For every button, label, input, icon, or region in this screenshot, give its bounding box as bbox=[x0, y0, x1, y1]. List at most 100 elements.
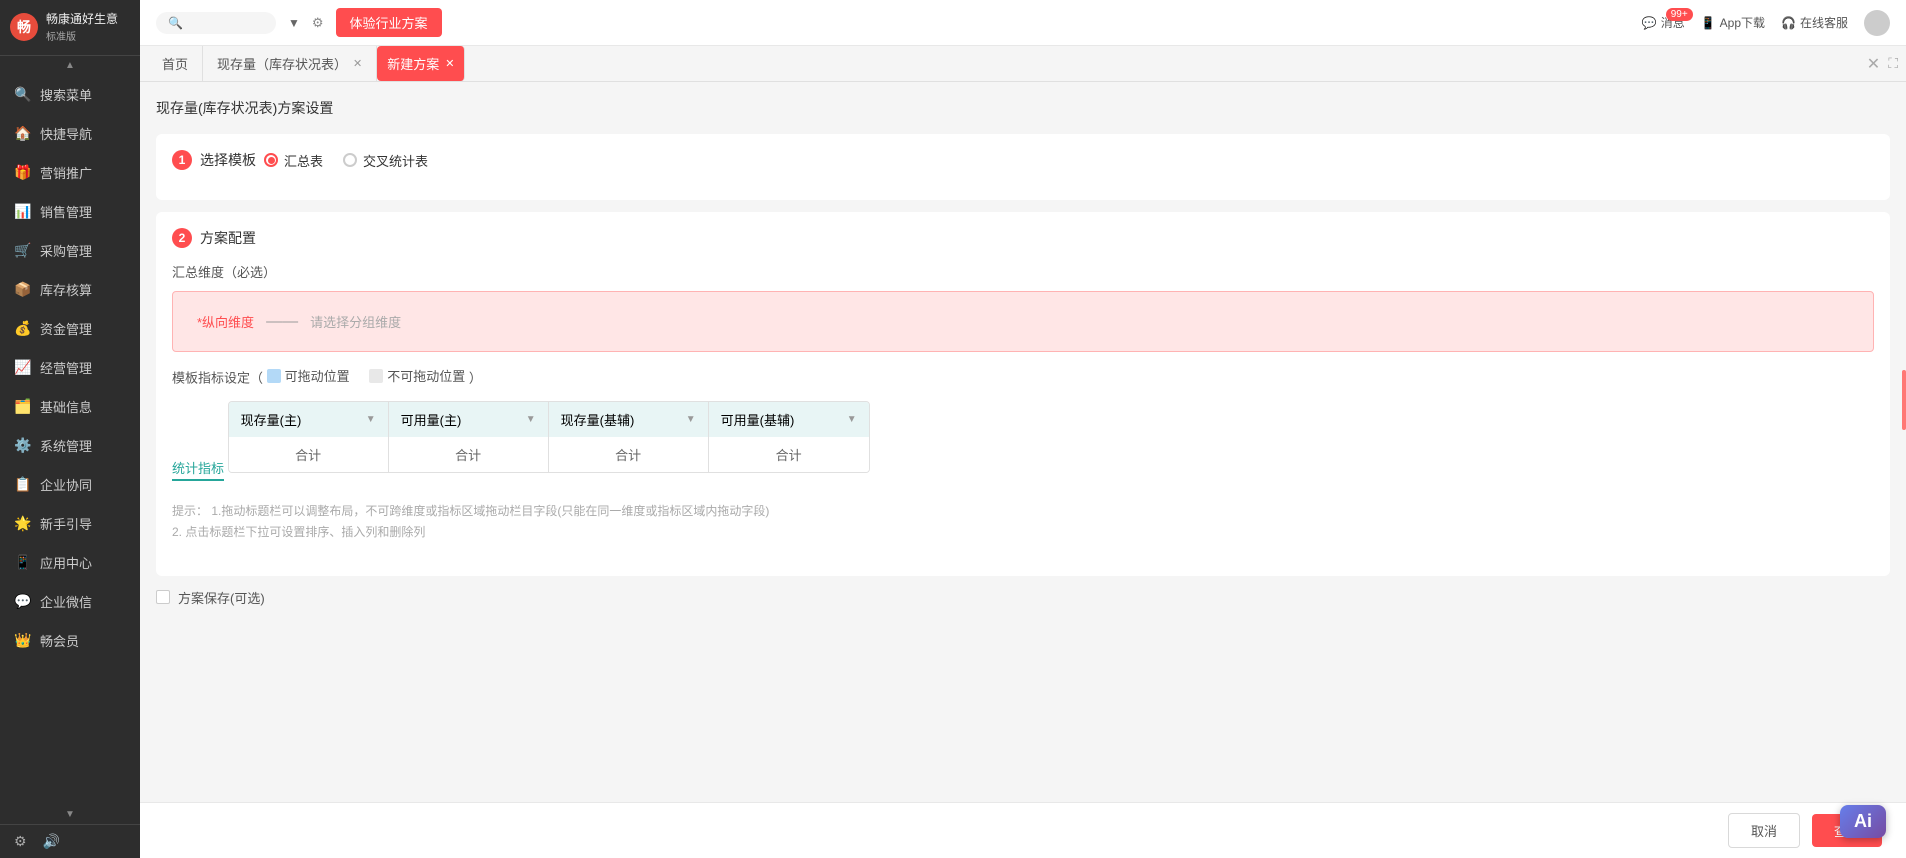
step2-num: 2 bbox=[172, 228, 192, 248]
step2-label: 方案配置 bbox=[200, 228, 256, 248]
sidebar-item-label: 企业微信 bbox=[40, 592, 92, 611]
topbar-gear-icon[interactable]: ⚙ bbox=[312, 15, 324, 31]
stats-col-4-header[interactable]: 可用量(基辅) ▼ bbox=[709, 402, 869, 437]
col-1-dropdown[interactable]: ▼ bbox=[366, 414, 376, 425]
tab-bar: 首页 现存量（库存状况表） ✕ 新建方案 ✕ ✕ ⛶ bbox=[140, 46, 1906, 82]
settings-icon[interactable]: ⚙ bbox=[14, 833, 27, 850]
radio-summary-inner bbox=[268, 157, 275, 164]
sidebar-item-search[interactable]: 🔍 搜索菜单 bbox=[0, 75, 140, 114]
star-icon: 🌟 bbox=[14, 515, 32, 532]
col-4-dropdown[interactable]: ▼ bbox=[847, 414, 857, 425]
save-plan-label: 方案保存(可选) bbox=[178, 588, 265, 607]
gear-icon: ⚙️ bbox=[14, 437, 32, 454]
tab-home-label: 首页 bbox=[162, 54, 188, 73]
user-avatar[interactable] bbox=[1864, 10, 1890, 36]
sidebar-item-label: 搜索菜单 bbox=[40, 85, 92, 104]
stats-table: 现存量(主) ▼ 可用量(主) ▼ 现存量(基辅) ▼ 可用量(基辅) bbox=[228, 401, 870, 473]
tab-new-plan-label: 新建方案 bbox=[387, 54, 439, 73]
messages-badge: 99+ bbox=[1666, 8, 1693, 21]
sidebar-item-label: 资金管理 bbox=[40, 319, 92, 338]
customer-service-item[interactable]: 🎧 在线客服 bbox=[1781, 14, 1848, 31]
search-icon: 🔍 bbox=[14, 86, 32, 103]
main-area: 🔍 ▼ ⚙ 体验行业方案 💬 消息 99+ 📱 App下载 🎧 bbox=[140, 0, 1906, 858]
stats-col-1-header[interactable]: 现存量(主) ▼ bbox=[229, 402, 389, 437]
sidebar-item-label: 采购管理 bbox=[40, 241, 92, 260]
tab-inventory-label: 现存量（库存状况表） bbox=[217, 54, 347, 73]
phone-icon: 📱 bbox=[1701, 16, 1716, 30]
sidebar-scroll-down[interactable]: ▼ bbox=[0, 805, 140, 824]
template-radio-group: 汇总表 交叉统计表 bbox=[264, 151, 428, 170]
col-3-dropdown[interactable]: ▼ bbox=[686, 414, 696, 425]
sidebar-item-wechat[interactable]: 💬 企业微信 bbox=[0, 582, 140, 621]
sidebar-item-basic[interactable]: 🗂️ 基础信息 bbox=[0, 387, 140, 426]
template-setting-label: 模板指标设定（ 可拖动位置 不可拖动位置 ） bbox=[172, 366, 482, 387]
dimension-area[interactable]: *纵向维度 —— 请选择分组维度 bbox=[172, 291, 1874, 352]
no-drag-indicator: 不可拖动位置 bbox=[369, 366, 465, 385]
expand-panel-icon[interactable]: ⛶ bbox=[1888, 55, 1898, 72]
drag-indicator: 可拖动位置 bbox=[267, 366, 350, 385]
sidebar-item-marketing[interactable]: 🎁 营销推广 bbox=[0, 153, 140, 192]
app-download-item[interactable]: 📱 App下载 bbox=[1701, 14, 1765, 31]
tab-home[interactable]: 首页 bbox=[148, 46, 203, 81]
radio-cross[interactable]: 交叉统计表 bbox=[343, 151, 428, 170]
sidebar-item-purchase[interactable]: 🛒 采购管理 bbox=[0, 231, 140, 270]
dimension-placeholder: 请选择分组维度 bbox=[310, 312, 401, 331]
topbar-dropdown[interactable]: ▼ bbox=[288, 16, 300, 30]
col-2-dropdown[interactable]: ▼ bbox=[526, 414, 536, 425]
topbar: 🔍 ▼ ⚙ 体验行业方案 💬 消息 99+ 📱 App下载 🎧 bbox=[140, 0, 1906, 46]
topbar-search-box[interactable]: 🔍 bbox=[156, 12, 276, 34]
tab-inventory-close[interactable]: ✕ bbox=[353, 57, 362, 70]
logo-icon: 畅 bbox=[10, 13, 38, 41]
save-plan-checkbox[interactable] bbox=[156, 590, 170, 604]
sidebar-item-sales[interactable]: 📊 销售管理 bbox=[0, 192, 140, 231]
sidebar-item-operation[interactable]: 📈 经营管理 bbox=[0, 348, 140, 387]
radio-summary-circle bbox=[264, 153, 278, 167]
sidebar-item-newuser[interactable]: 🌟 新手引导 bbox=[0, 504, 140, 543]
stats-col-2-header[interactable]: 可用量(主) ▼ bbox=[389, 402, 549, 437]
trial-button[interactable]: 体验行业方案 bbox=[336, 8, 442, 37]
save-plan-row: 方案保存(可选) bbox=[156, 588, 1890, 607]
radio-summary[interactable]: 汇总表 bbox=[264, 151, 323, 170]
app-name: 畅康通好生意 bbox=[46, 12, 118, 28]
tab-new-plan[interactable]: 新建方案 ✕ bbox=[377, 46, 465, 81]
speaker-icon[interactable]: 🔊 bbox=[43, 833, 60, 850]
chart-icon: 📊 bbox=[14, 203, 32, 220]
sidebar-item-label: 营销推广 bbox=[40, 163, 92, 182]
section-plan-config: 2 方案配置 汇总维度（必选） *纵向维度 —— 请选择分组维度 模板指标设定（… bbox=[156, 212, 1890, 576]
sidebar-scroll-up[interactable]: ▲ bbox=[0, 56, 140, 75]
messages-item[interactable]: 💬 消息 99+ bbox=[1642, 14, 1685, 31]
customer-service-label: 在线客服 bbox=[1800, 14, 1848, 31]
stats-section: 统计指标 现存量(主) ▼ 可用量(主) ▼ 现存量(基辅) bbox=[172, 401, 1874, 489]
sidebar-item-member[interactable]: 👑 畅会员 bbox=[0, 621, 140, 660]
app-version: 标准版 bbox=[46, 28, 118, 43]
clipboard-icon: 📋 bbox=[14, 476, 32, 493]
ai-badge[interactable]: Ai bbox=[1840, 805, 1886, 838]
sidebar-item-system[interactable]: ⚙️ 系统管理 bbox=[0, 426, 140, 465]
headset-icon: 🎧 bbox=[1781, 16, 1796, 30]
stats-table-header-row: 现存量(主) ▼ 可用量(主) ▼ 现存量(基辅) ▼ 可用量(基辅) bbox=[229, 402, 869, 437]
tab-inventory[interactable]: 现存量（库存状况表） ✕ bbox=[203, 46, 377, 81]
tab-new-plan-close[interactable]: ✕ bbox=[445, 57, 454, 70]
sidebar-item-finance[interactable]: 💰 资金管理 bbox=[0, 309, 140, 348]
radio-summary-label: 汇总表 bbox=[284, 151, 323, 170]
sidebar-item-shortcut[interactable]: 🏠 快捷导航 bbox=[0, 114, 140, 153]
crown-icon: 👑 bbox=[14, 632, 32, 649]
step1-num: 1 bbox=[172, 150, 192, 170]
box-icon: 📦 bbox=[14, 281, 32, 298]
vertical-dimension-label: *纵向维度 bbox=[197, 312, 254, 331]
sidebar-item-apps[interactable]: 📱 应用中心 bbox=[0, 543, 140, 582]
stats-col-3-header[interactable]: 现存量(基辅) ▼ bbox=[549, 402, 709, 437]
sidebar-item-label: 系统管理 bbox=[40, 436, 92, 455]
stats-body-1: 合计 bbox=[229, 437, 389, 472]
trend-icon: 📈 bbox=[14, 359, 32, 376]
sidebar-item-inventory[interactable]: 📦 库存核算 bbox=[0, 270, 140, 309]
message-icon: 💬 bbox=[1642, 16, 1657, 30]
sidebar-item-enterprise[interactable]: 📋 企业协同 bbox=[0, 465, 140, 504]
sidebar-bottom: ⚙ 🔊 bbox=[0, 824, 140, 858]
app-download-label: App下载 bbox=[1720, 14, 1765, 31]
phone-icon: 📱 bbox=[14, 554, 32, 571]
cancel-button[interactable]: 取消 bbox=[1728, 813, 1800, 848]
sidebar-item-label: 新手引导 bbox=[40, 514, 92, 533]
search-icon: 🔍 bbox=[168, 16, 183, 30]
close-panel-icon[interactable]: ✕ bbox=[1867, 54, 1880, 74]
